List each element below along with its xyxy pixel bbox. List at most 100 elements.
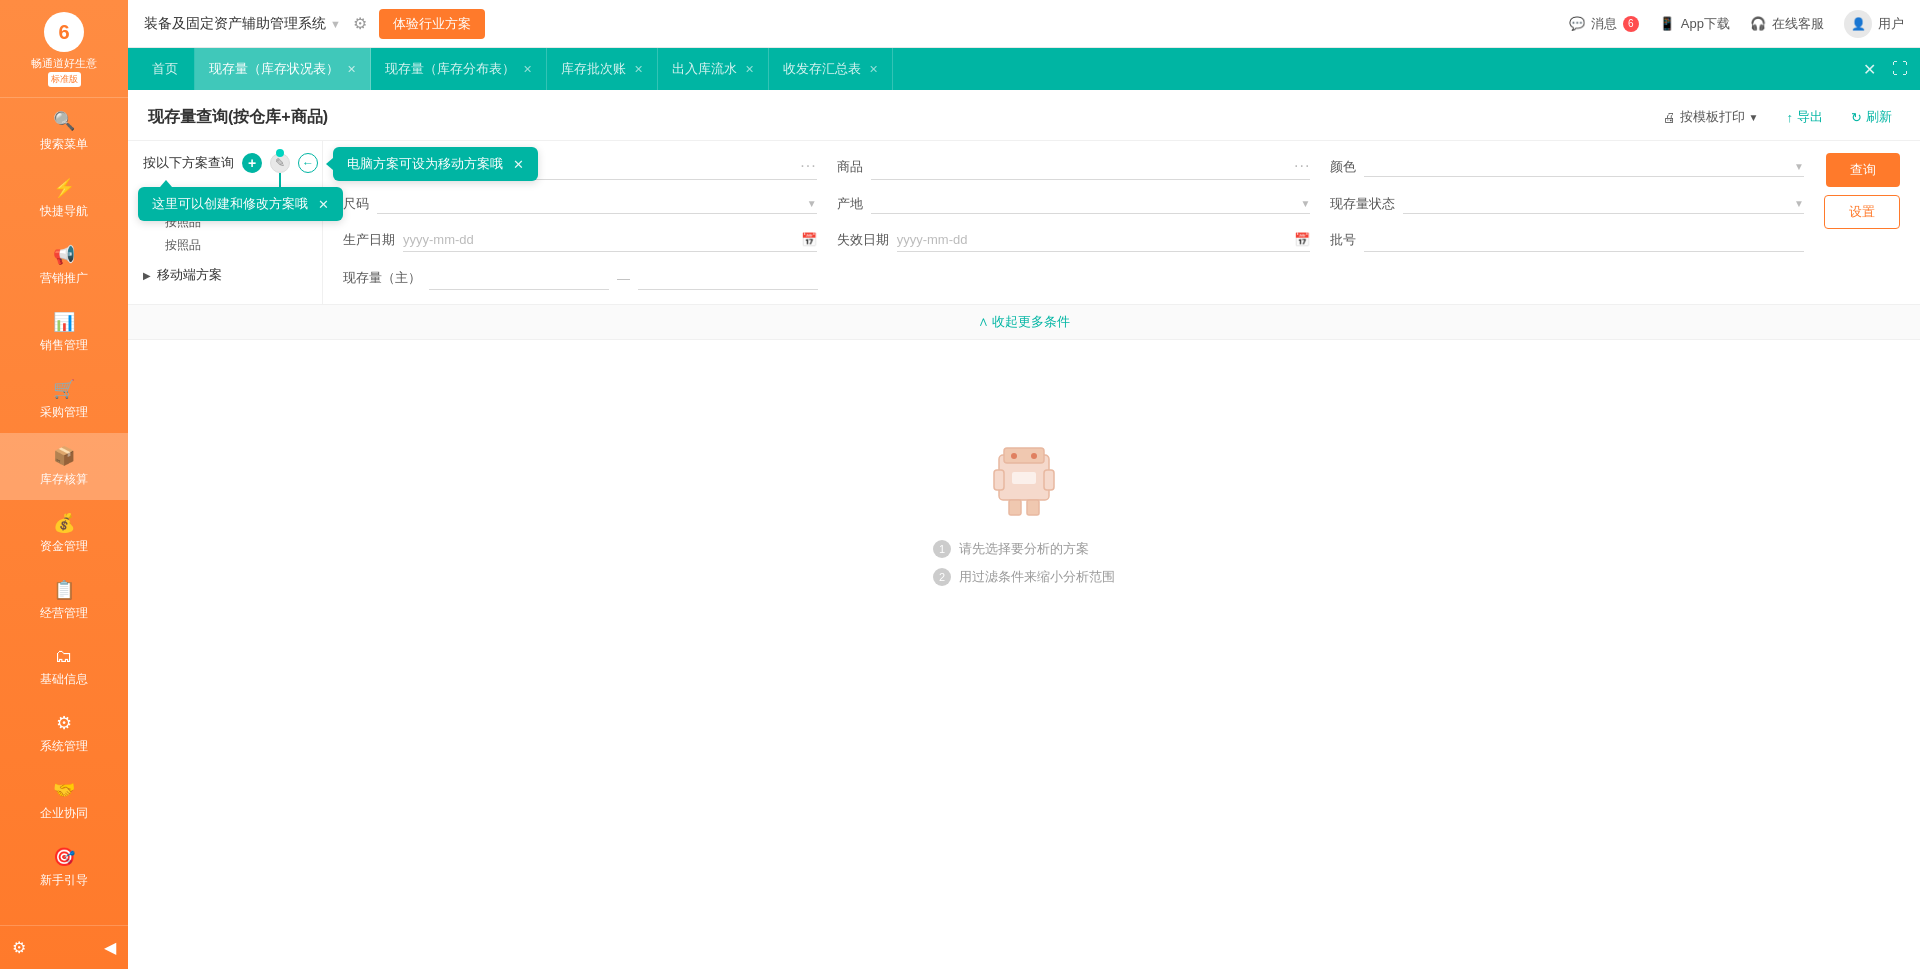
search-nav-icon: 🔍 xyxy=(53,110,75,132)
system-name-select[interactable]: 装备及固定资产辅助管理系统 ▼ xyxy=(144,15,341,33)
tab-close-inout-flow[interactable]: ✕ xyxy=(745,63,754,76)
tab-inout-flow[interactable]: 出入库流水 ✕ xyxy=(658,48,769,90)
printer-icon: 🖨 xyxy=(1663,110,1676,125)
sidebar-item-search[interactable]: 🔍 搜索菜单 xyxy=(0,98,128,165)
expire-date-label: 失效日期 xyxy=(837,231,889,249)
app-logo-icon: 6 xyxy=(44,12,84,52)
stock-status-label: 现存量状态 xyxy=(1330,195,1395,213)
range-separator: — xyxy=(617,271,630,286)
tab-inventory-status[interactable]: 现存量（库存状况表） ✕ xyxy=(195,48,371,90)
prod-date-label: 生产日期 xyxy=(343,231,395,249)
empty-state: 1 请先选择要分析的方案 2 用过滤条件来缩小分析范围 xyxy=(128,340,1920,666)
svg-rect-8 xyxy=(1012,472,1036,484)
color-select[interactable]: ▼ xyxy=(1364,157,1804,177)
system-icon: ⚙ xyxy=(56,712,72,734)
tab-receive-summary[interactable]: 收发存汇总表 ✕ xyxy=(769,48,893,90)
settings-bottom-icon[interactable]: ⚙ xyxy=(12,938,26,957)
prod-date-placeholder: yyyy-mm-dd xyxy=(403,232,474,247)
sidebar-item-inventory[interactable]: 📦 库存核算 xyxy=(0,433,128,500)
search-button[interactable]: 查询 xyxy=(1826,153,1900,187)
tab-close-batch-account[interactable]: ✕ xyxy=(634,63,643,76)
tab-fullscreen-icon[interactable]: ⛶ xyxy=(1888,56,1912,82)
sidebar-item-base[interactable]: 🗂 基础信息 xyxy=(0,634,128,700)
tooltip-edit-top-arrow xyxy=(160,180,172,187)
app-badge: 标准版 xyxy=(48,72,81,87)
stock-main-label: 现存量（主） xyxy=(343,269,421,287)
goods-select[interactable]: ··· xyxy=(871,153,1311,180)
collapse-up-icon: ∧ xyxy=(978,314,993,329)
mobile-scheme-toggle[interactable]: ▶ 移动端方案 xyxy=(143,263,322,287)
svg-rect-1 xyxy=(1004,448,1044,463)
sidebar-item-purchase[interactable]: 🛒 采购管理 xyxy=(0,366,128,433)
trial-button[interactable]: 体验行业方案 xyxy=(379,9,485,39)
filter-row-1: 仓库 ··· 商品 ··· xyxy=(343,153,1804,180)
sidebar-item-finance[interactable]: 💰 资金管理 xyxy=(0,500,128,567)
sidebar-item-system[interactable]: ⚙ 系统管理 xyxy=(0,700,128,767)
export-btn[interactable]: ↑ 导出 xyxy=(1779,104,1832,130)
back-scheme-btn[interactable]: ← xyxy=(298,153,318,173)
refresh-btn[interactable]: ↻ 刷新 xyxy=(1843,104,1900,130)
scheme-child-2[interactable]: 按照品 xyxy=(159,234,322,257)
tab-inventory-dist[interactable]: 现存量（库存分布表） ✕ xyxy=(371,48,547,90)
message-action[interactable]: 💬 消息 6 xyxy=(1569,15,1639,33)
app-name: 畅通道好生意 xyxy=(31,56,97,70)
sidebar-nav: 🔍 搜索菜单 ⚡ 快捷导航 📢 营销推广 📊 销售管理 🛒 采购管理 📦 库存核… xyxy=(0,98,128,925)
system-name: 装备及固定资产辅助管理系统 xyxy=(144,15,326,33)
filter-row-4: 现存量（主） — xyxy=(343,266,1804,290)
collapse-bar[interactable]: ∧ 收起更多条件 xyxy=(128,304,1920,339)
origin-label: 产地 xyxy=(837,195,863,213)
tab-home[interactable]: 首页 xyxy=(136,48,195,90)
header-left: 装备及固定资产辅助管理系统 ▼ ⚙ 体验行业方案 xyxy=(144,9,485,39)
tooltip-edit-close[interactable]: ✕ xyxy=(318,197,329,212)
stock-main-min-input[interactable] xyxy=(429,266,609,290)
origin-arrow-icon: ▼ xyxy=(1300,198,1310,209)
page-header: 现存量查询(按仓库+商品) 🖨 按模板打印 ▼ ↑ 导出 ↻ 刷新 xyxy=(128,90,1920,141)
expire-date-input[interactable]: yyyy-mm-dd 📅 xyxy=(897,228,1311,252)
header-right: 💬 消息 6 📱 App下载 🎧 在线客服 👤 用户 xyxy=(1569,10,1904,38)
collapse-sidebar-icon[interactable]: ◀ xyxy=(104,938,116,957)
filter-title: 按以下方案查询 xyxy=(143,154,234,172)
batch-input[interactable] xyxy=(1364,228,1804,252)
origin-select[interactable]: ▼ xyxy=(871,194,1311,214)
filter-row-2: 尺码 ▼ 产地 ▼ xyxy=(343,194,1804,214)
sales-icon: 📊 xyxy=(53,311,75,333)
mobile-arrow-icon: ▶ xyxy=(143,270,151,281)
scheme-panel: 按以下方案查询 + ✎ ← xyxy=(128,141,323,304)
tab-batch-account[interactable]: 库存批次账 ✕ xyxy=(547,48,658,90)
stock-status-select[interactable]: ▼ xyxy=(1403,194,1804,214)
sidebar-item-operations[interactable]: 📋 经营管理 xyxy=(0,567,128,634)
sidebar-item-nav[interactable]: ⚡ 快捷导航 xyxy=(0,165,128,232)
guide-icon: 🎯 xyxy=(53,846,75,868)
online-service-action[interactable]: 🎧 在线客服 xyxy=(1750,15,1824,33)
print-btn[interactable]: 🖨 按模板打印 ▼ xyxy=(1655,104,1767,130)
edit-dot-indicator xyxy=(276,149,284,157)
empty-step-2: 2 用过滤条件来缩小分析范围 xyxy=(933,568,1115,586)
sidebar-item-marketing[interactable]: 📢 营销推广 xyxy=(0,232,128,299)
reset-button[interactable]: 设置 xyxy=(1824,195,1900,229)
filter-container: 按以下方案查询 + ✎ ← xyxy=(128,141,1920,340)
prod-date-input[interactable]: yyyy-mm-dd 📅 xyxy=(403,228,817,252)
filter-stock-status: 现存量状态 ▼ xyxy=(1330,194,1804,214)
stock-main-max-input[interactable] xyxy=(638,266,818,290)
batch-label: 批号 xyxy=(1330,231,1356,249)
add-scheme-btn[interactable]: + xyxy=(242,153,262,173)
tab-close-inventory-status[interactable]: ✕ xyxy=(347,63,356,76)
tab-close-inventory-dist[interactable]: ✕ xyxy=(523,63,532,76)
sidebar-item-guide[interactable]: 🎯 新手引导 xyxy=(0,834,128,901)
size-label: 尺码 xyxy=(343,195,369,213)
app-download-action[interactable]: 📱 App下载 xyxy=(1659,15,1730,33)
size-select[interactable]: ▼ xyxy=(377,194,817,214)
filter-fields: 仓库 ··· 商品 ··· xyxy=(323,141,1824,304)
tab-close-receive-summary[interactable]: ✕ xyxy=(869,63,878,76)
page-actions: 🖨 按模板打印 ▼ ↑ 导出 ↻ 刷新 xyxy=(1655,104,1900,130)
user-action[interactable]: 👤 用户 xyxy=(1844,10,1904,38)
tooltip-scheme-close[interactable]: ✕ xyxy=(513,157,524,172)
sidebar-item-sales[interactable]: 📊 销售管理 xyxy=(0,299,128,366)
tab-bar-actions: ✕ ⛶ xyxy=(1859,56,1912,83)
tab-close-all-icon[interactable]: ✕ xyxy=(1859,56,1880,83)
tooltip-scheme-left-arrow xyxy=(326,158,333,170)
export-icon: ↑ xyxy=(1787,110,1794,125)
settings-icon[interactable]: ⚙ xyxy=(353,14,367,33)
sidebar-item-enterprise[interactable]: 🤝 企业协同 xyxy=(0,767,128,834)
marketing-icon: 📢 xyxy=(53,244,75,266)
